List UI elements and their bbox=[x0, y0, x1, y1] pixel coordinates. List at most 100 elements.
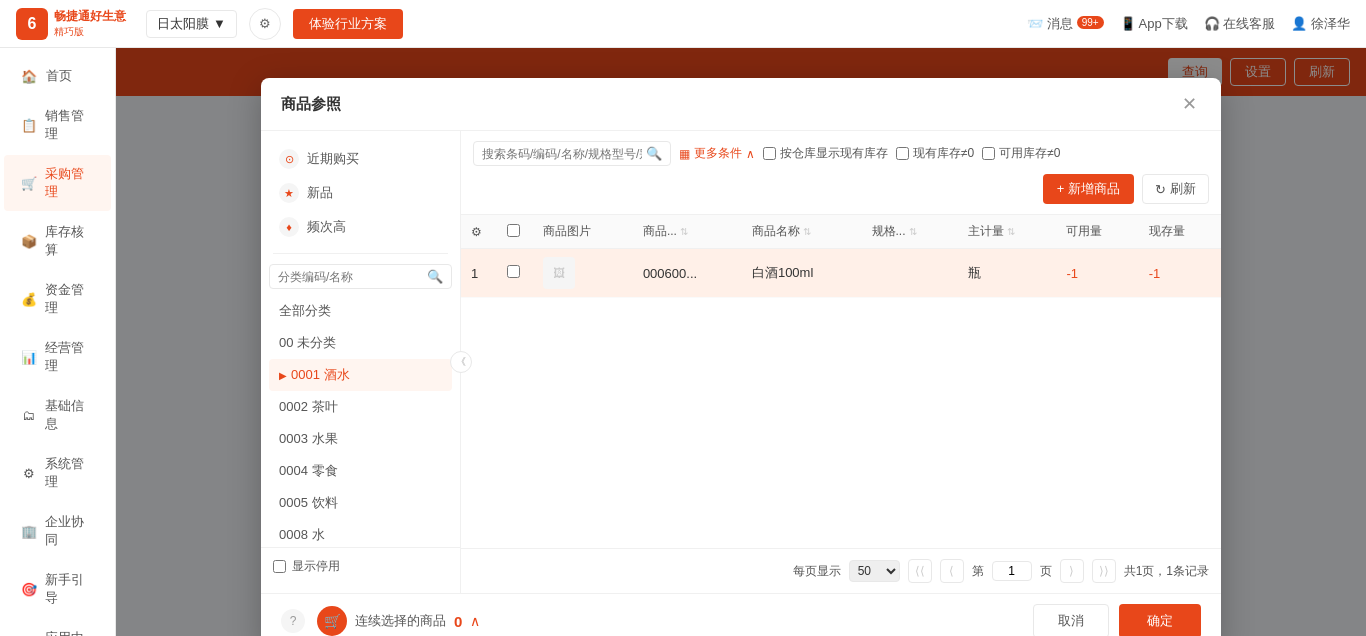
sidebar-item-inventory[interactable]: 📦 库存核算 bbox=[4, 213, 111, 269]
sidebar-item-system[interactable]: ⚙ 系统管理 bbox=[4, 445, 111, 501]
modal-close-button[interactable]: ✕ bbox=[1177, 92, 1201, 116]
filter-icon: ▦ bbox=[679, 147, 690, 161]
modal-header: 商品参照 ✕ bbox=[261, 78, 1221, 131]
col-spec[interactable]: 规格... ⇅ bbox=[862, 215, 958, 249]
product-reference-modal: 商品参照 ✕ ⊙ 近期购买 ★ 新 bbox=[261, 78, 1221, 636]
cancel-button[interactable]: 取消 bbox=[1033, 604, 1109, 636]
sidebar-item-sales[interactable]: 📋 销售管理 bbox=[4, 97, 111, 153]
product-search-icon[interactable]: 🔍 bbox=[646, 146, 662, 161]
category-item-0003[interactable]: 0003 水果 bbox=[269, 423, 452, 455]
page-label-end: 页 bbox=[1040, 563, 1052, 580]
sidebar-item-home[interactable]: 🏠 首页 bbox=[4, 57, 111, 95]
trial-button[interactable]: 体验行业方案 bbox=[293, 9, 403, 39]
cart-collapse-icon[interactable]: ∧ bbox=[470, 613, 480, 629]
pagination-bar: 每页显示 50 10 20 100 ⟨⟨ ⟨ 第 页 bbox=[461, 548, 1221, 593]
filter-warehouse-checkbox[interactable] bbox=[763, 147, 776, 160]
page-size-select[interactable]: 50 10 20 100 bbox=[849, 560, 900, 582]
filter-bar: 🔍 ▦ 更多条件 ∧ 按仓库显示现有库存 bbox=[461, 131, 1221, 215]
new-product-icon: ★ bbox=[279, 183, 299, 203]
app-download[interactable]: 📱 App下载 bbox=[1120, 15, 1188, 33]
basic-icon: 🗂 bbox=[20, 408, 37, 423]
confirm-button[interactable]: 确定 bbox=[1119, 604, 1201, 636]
category-list: 全部分类 00 未分类 ▶ 0001 酒水 0002 茶叶 bbox=[261, 295, 460, 547]
help-button[interactable]: ? bbox=[281, 609, 305, 633]
row-image: 🖼 bbox=[533, 249, 633, 298]
category-item-0008[interactable]: 0008 水 bbox=[269, 519, 452, 547]
sales-icon: 📋 bbox=[20, 118, 37, 133]
modal-title: 商品参照 bbox=[281, 95, 341, 114]
category-item-00[interactable]: 00 未分类 bbox=[269, 327, 452, 359]
table-header-row: ⚙ 商品图片 商品... ⇅ bbox=[461, 215, 1221, 249]
filter-usable-checkbox[interactable] bbox=[982, 147, 995, 160]
refresh-button[interactable]: ↻ 刷新 bbox=[1142, 174, 1209, 204]
category-item-0001[interactable]: ▶ 0001 酒水 bbox=[269, 359, 452, 391]
guide-icon: 🎯 bbox=[20, 582, 37, 597]
sidebar-item-apps[interactable]: 📱 应用中心 bbox=[4, 619, 111, 636]
category-search-input[interactable] bbox=[278, 270, 423, 284]
row-checkbox[interactable] bbox=[507, 265, 520, 278]
filter-available-checkbox[interactable] bbox=[896, 147, 909, 160]
last-page-button[interactable]: ⟩⟩ bbox=[1092, 559, 1116, 583]
product-thumbnail: 🖼 bbox=[543, 257, 575, 289]
category-arrow-icon: ▶ bbox=[279, 370, 287, 381]
add-product-button[interactable]: + 新增商品 bbox=[1043, 174, 1134, 204]
first-page-button[interactable]: ⟨⟨ bbox=[908, 559, 932, 583]
chevron-up-icon: ∧ bbox=[746, 147, 755, 161]
category-panel: ⊙ 近期购买 ★ 新品 ♦ 频次高 bbox=[261, 131, 461, 593]
name-sort-icon: ⇅ bbox=[803, 226, 811, 237]
online-service[interactable]: 🎧 在线客服 bbox=[1204, 15, 1276, 33]
col-code[interactable]: 商品... ⇅ bbox=[633, 215, 742, 249]
collapse-button[interactable]: 《 bbox=[450, 351, 472, 373]
sidebar-item-guide[interactable]: 🎯 新手引导 bbox=[4, 561, 111, 617]
page-number-input[interactable] bbox=[992, 561, 1032, 581]
home-icon: 🏠 bbox=[20, 69, 38, 84]
product-search-input[interactable] bbox=[482, 147, 642, 161]
filter-warehouse-checkbox-label[interactable]: 按仓库显示现有库存 bbox=[763, 145, 888, 162]
show-disabled-checkbox[interactable] bbox=[273, 560, 286, 573]
sidebar-item-enterprise[interactable]: 🏢 企业协同 bbox=[4, 503, 111, 559]
col-settings[interactable]: ⚙ bbox=[461, 215, 497, 249]
row-check bbox=[497, 249, 533, 298]
sidebar-item-basic[interactable]: 🗂 基础信息 bbox=[4, 387, 111, 443]
sidebar-item-purchase[interactable]: 🛒 采购管理 bbox=[4, 155, 111, 211]
store-selector[interactable]: 日太阳膜 ▼ bbox=[146, 10, 237, 38]
select-all-checkbox[interactable] bbox=[507, 224, 520, 237]
spec-sort-icon: ⇅ bbox=[909, 226, 917, 237]
category-all[interactable]: 全部分类 bbox=[269, 295, 452, 327]
category-item-0002[interactable]: 0002 茶叶 bbox=[269, 391, 452, 423]
quick-btn-recent[interactable]: ⊙ 近期购买 bbox=[269, 143, 452, 175]
quick-buttons-area: ⊙ 近期购买 ★ 新品 ♦ 频次高 bbox=[261, 139, 460, 247]
operation-icon: 📊 bbox=[20, 350, 37, 365]
row-num: 1 bbox=[461, 249, 497, 298]
refresh-icon: ↻ bbox=[1155, 182, 1166, 197]
quick-btn-new[interactable]: ★ 新品 bbox=[269, 177, 452, 209]
cart-area: 🛒 连续选择的商品 0 ∧ bbox=[317, 606, 480, 636]
filter-available-checkbox-label[interactable]: 现有库存≠0 bbox=[896, 145, 974, 162]
category-item-0005[interactable]: 0005 饮料 bbox=[269, 487, 452, 519]
prev-page-button[interactable]: ⟨ bbox=[940, 559, 964, 583]
next-page-button[interactable]: ⟩ bbox=[1060, 559, 1084, 583]
gear-button[interactable]: ⚙ bbox=[249, 8, 281, 40]
col-checkbox bbox=[497, 215, 533, 249]
logo-icon: 6 bbox=[16, 8, 48, 40]
more-filter-button[interactable]: ▦ 更多条件 ∧ bbox=[679, 145, 755, 162]
col-name[interactable]: 商品名称 ⇅ bbox=[742, 215, 862, 249]
logo-text: 畅捷通好生意 精巧版 bbox=[54, 8, 126, 39]
unit-sort-icon: ⇅ bbox=[1007, 226, 1015, 237]
quick-btn-frequent[interactable]: ♦ 频次高 bbox=[269, 211, 452, 243]
sidebar-item-operation[interactable]: 📊 经营管理 bbox=[4, 329, 111, 385]
col-unit[interactable]: 主计量 ⇅ bbox=[958, 215, 1057, 249]
table-row[interactable]: 1 🖼 000600... 白酒100ml 瓶 bbox=[461, 249, 1221, 298]
filter-usable-checkbox-label[interactable]: 可用库存≠0 bbox=[982, 145, 1060, 162]
modal-footer: ? 🛒 连续选择的商品 0 ∧ 取消 确定 bbox=[261, 593, 1221, 636]
product-table-container: ⚙ 商品图片 商品... ⇅ bbox=[461, 215, 1221, 548]
code-sort-icon: ⇅ bbox=[680, 226, 688, 237]
sidebar-item-finance[interactable]: 💰 资金管理 bbox=[4, 271, 111, 327]
top-header: 6 畅捷通好生意 精巧版 日太阳膜 ▼ ⚙ 体验行业方案 📨 消息 99+ 📱 … bbox=[0, 0, 1366, 48]
show-disabled-area: 显示停用 bbox=[261, 547, 460, 585]
notifications-area[interactable]: 📨 消息 99+ bbox=[1027, 15, 1103, 33]
category-search-icon[interactable]: 🔍 bbox=[427, 269, 443, 284]
col-image: 商品图片 bbox=[533, 215, 633, 249]
user-name[interactable]: 👤 徐泽华 bbox=[1291, 15, 1350, 33]
category-item-0004[interactable]: 0004 零食 bbox=[269, 455, 452, 487]
